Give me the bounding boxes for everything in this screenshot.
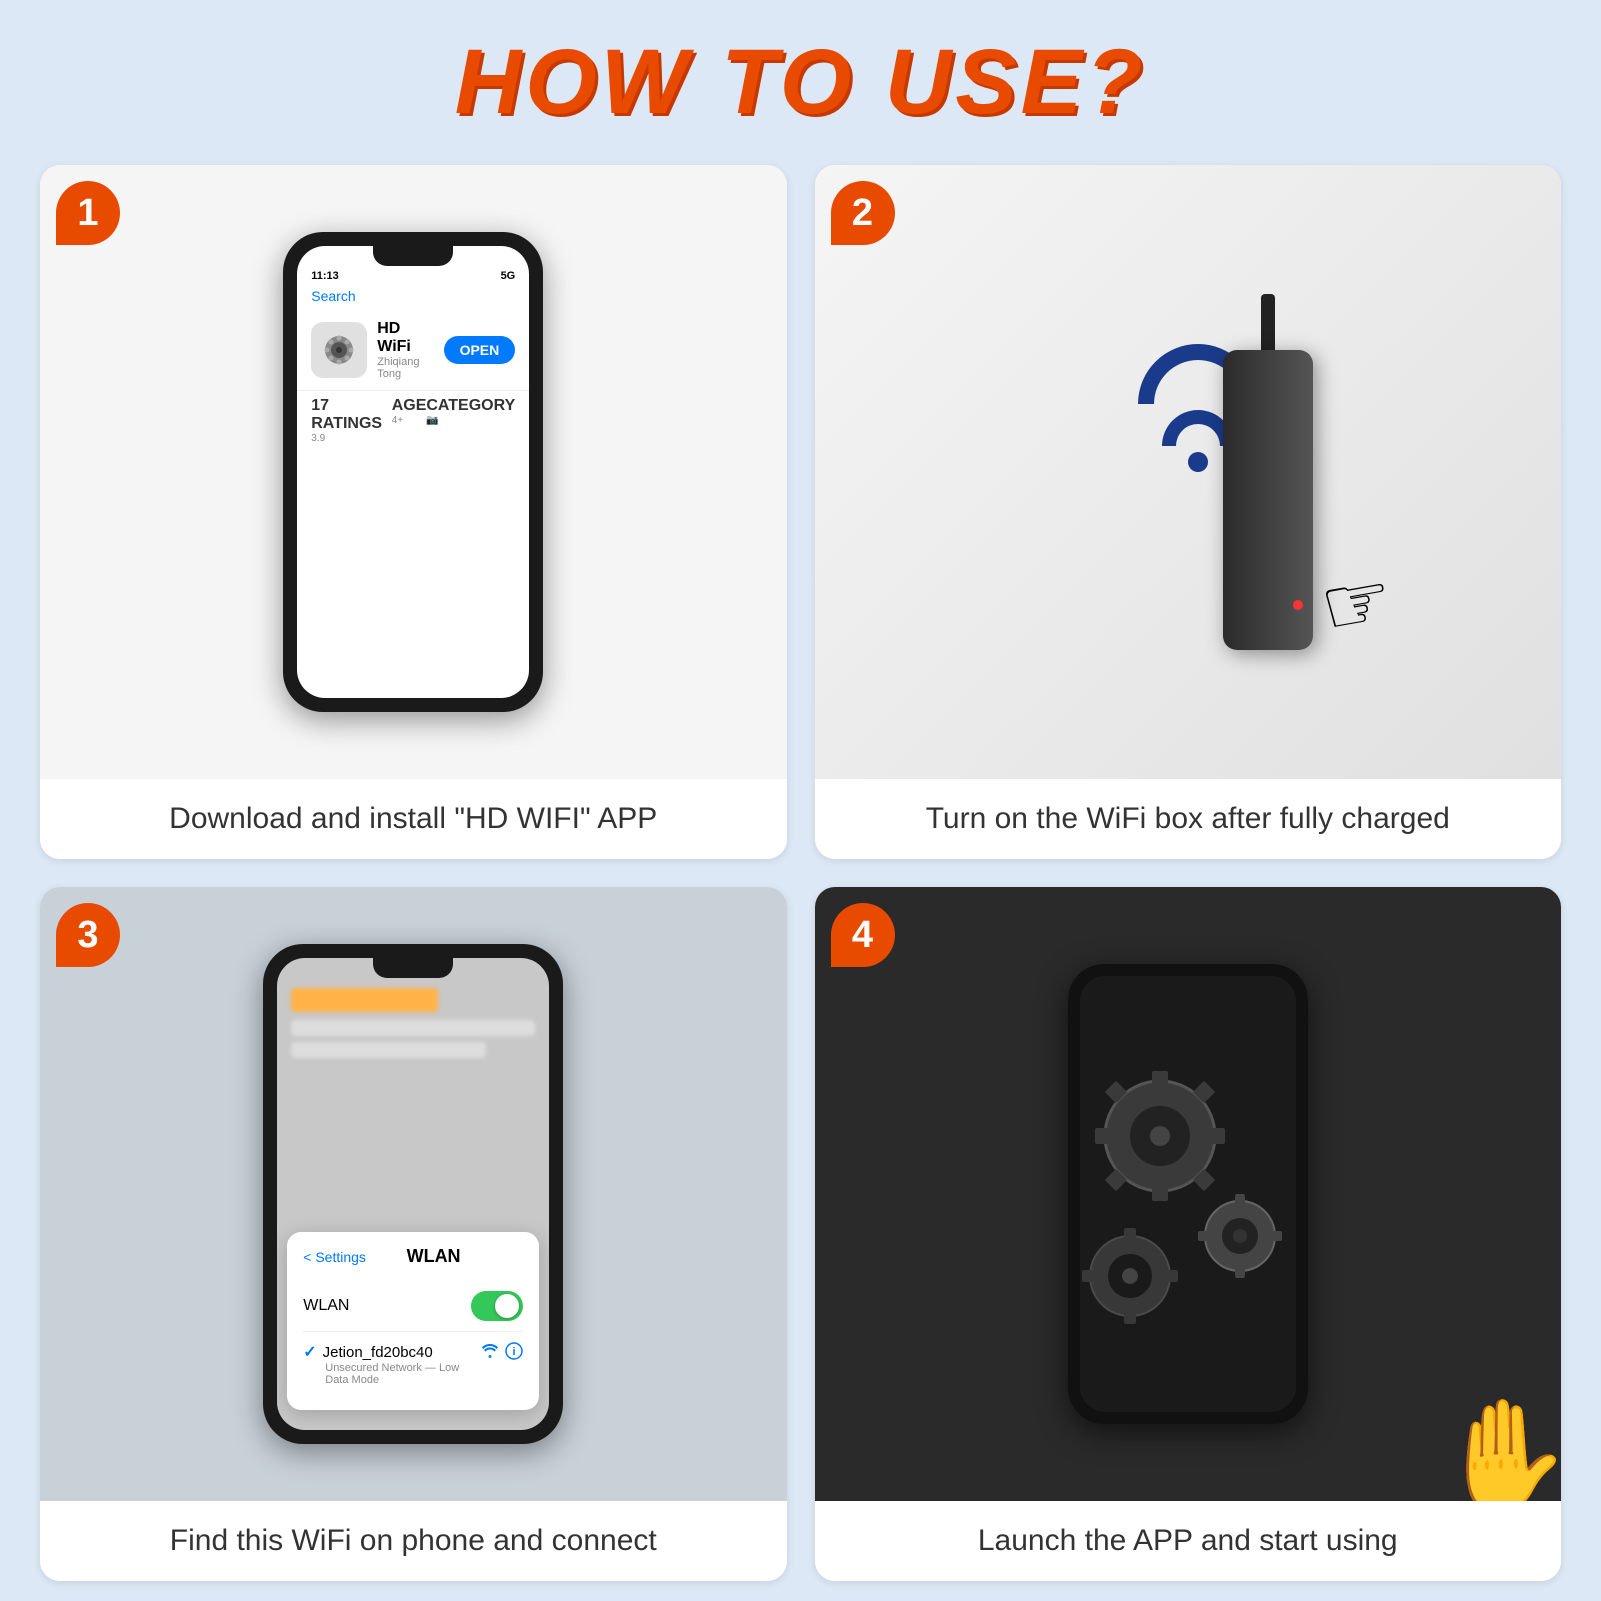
wifi-dot bbox=[1188, 452, 1208, 472]
steps-grid: 1 11:13 5G Search bbox=[40, 165, 1561, 1581]
step-4-content: 🤚 bbox=[815, 887, 1562, 1501]
phone-mockup-3: < Settings WLAN WLAN bbox=[263, 944, 563, 1444]
device-cable bbox=[1261, 294, 1275, 354]
page-title: HOW TO USE? bbox=[455, 30, 1146, 135]
open-button[interactable]: OPEN bbox=[444, 336, 516, 364]
step-2-image: 2 ☞ bbox=[815, 165, 1562, 779]
app-developer: Zhiqiang Tong bbox=[377, 356, 433, 380]
network-info: ✓ Jetion_fd20bc40 Unsecured Network — Lo… bbox=[303, 1342, 481, 1386]
age-value: 4+ bbox=[392, 415, 427, 426]
settings-back-link: < Settings bbox=[303, 1249, 366, 1265]
step-4-image: 4 bbox=[815, 887, 1562, 1501]
step-3-label: Find this WiFi on phone and connect bbox=[40, 1501, 787, 1581]
app-store-header: Search bbox=[297, 284, 529, 310]
phone-mockup-4 bbox=[1068, 964, 1308, 1424]
finger-pointer: ☞ bbox=[1314, 551, 1401, 655]
wifi-icon bbox=[481, 1344, 499, 1363]
phone-screen-3: < Settings WLAN WLAN bbox=[277, 958, 549, 1430]
step-2-card: 2 ☞ bbox=[815, 165, 1562, 859]
page: HOW TO USE? 1 11:13 5G Search bbox=[0, 0, 1601, 1601]
device-body: ☞ bbox=[1223, 350, 1313, 650]
category-section: CATEGORY 📷 bbox=[426, 397, 515, 444]
ratings-value: 3.9 bbox=[311, 433, 391, 444]
wlan-popup: < Settings WLAN WLAN bbox=[287, 1232, 539, 1410]
phone-screen-4 bbox=[1080, 976, 1296, 1412]
time-display: 11:13 bbox=[311, 270, 339, 282]
step-2-badge: 2 bbox=[831, 181, 895, 245]
app-ratings: 17 RATINGS 3.9 AGE 4+ CATEGORY 📷 bbox=[297, 390, 529, 450]
category-icon: 📷 bbox=[426, 415, 515, 426]
wlan-toggle-label: WLAN bbox=[303, 1297, 349, 1315]
phone-screen-1: 11:13 5G Search bbox=[297, 246, 529, 698]
gears-svg bbox=[1080, 976, 1296, 1412]
step-1-badge: 1 bbox=[56, 181, 120, 245]
category-label: CATEGORY bbox=[426, 397, 515, 415]
step-4-card: 4 bbox=[815, 887, 1562, 1581]
phone-notch-1 bbox=[373, 246, 453, 266]
network-icons: i bbox=[481, 1342, 523, 1365]
ratings-section: 17 RATINGS 3.9 bbox=[311, 397, 391, 444]
step-2-label: Turn on the WiFi box after fully charged bbox=[815, 779, 1562, 859]
back-link: Search bbox=[311, 288, 355, 304]
ratings-count-label: 17 RATINGS bbox=[311, 397, 391, 433]
svg-text:i: i bbox=[513, 1346, 516, 1358]
phone-notch-3 bbox=[373, 958, 453, 978]
wlan-toggle[interactable] bbox=[471, 1291, 523, 1321]
checkmark-icon: ✓ bbox=[303, 1342, 316, 1362]
step-1-label: Download and install "HD WIFI" APP bbox=[40, 779, 787, 859]
phone-mockup-1: 11:13 5G Search bbox=[283, 232, 543, 712]
app-info: HD WiFi Zhiqiang Tong bbox=[377, 320, 433, 380]
step-3-image: 3 < Settings WLAN bbox=[40, 887, 787, 1501]
device-led bbox=[1293, 600, 1303, 610]
app-name: HD WiFi bbox=[377, 320, 433, 356]
wlan-title: WLAN bbox=[374, 1246, 493, 1267]
network-row[interactable]: ✓ Jetion_fd20bc40 Unsecured Network — Lo… bbox=[303, 1332, 523, 1396]
step-4-badge: 4 bbox=[831, 903, 895, 967]
signal-display: 5G bbox=[501, 270, 516, 282]
step-3-card: 3 < Settings WLAN bbox=[40, 887, 787, 1581]
wlan-header: < Settings WLAN bbox=[303, 1246, 523, 1267]
hand-icon: 🤚 bbox=[1434, 1392, 1561, 1501]
network-name: ✓ Jetion_fd20bc40 bbox=[303, 1342, 481, 1362]
app-icon bbox=[311, 322, 367, 378]
wlan-toggle-row: WLAN bbox=[303, 1281, 523, 1332]
step-3-badge: 3 bbox=[56, 903, 120, 967]
info-icon[interactable]: i bbox=[505, 1342, 523, 1365]
age-label: AGE bbox=[392, 397, 427, 415]
phone-notch-4 bbox=[1148, 976, 1228, 996]
age-section: AGE 4+ bbox=[392, 397, 427, 444]
step-1-image: 1 11:13 5G Search bbox=[40, 165, 787, 779]
app-row: HD WiFi Zhiqiang Tong OPEN bbox=[297, 310, 529, 390]
network-subtitle: Unsecured Network — Low Data Mode bbox=[325, 1362, 481, 1386]
toggle-knob bbox=[495, 1294, 519, 1318]
step-4-label: Launch the APP and start using bbox=[815, 1501, 1562, 1581]
step-1-card: 1 11:13 5G Search bbox=[40, 165, 787, 859]
